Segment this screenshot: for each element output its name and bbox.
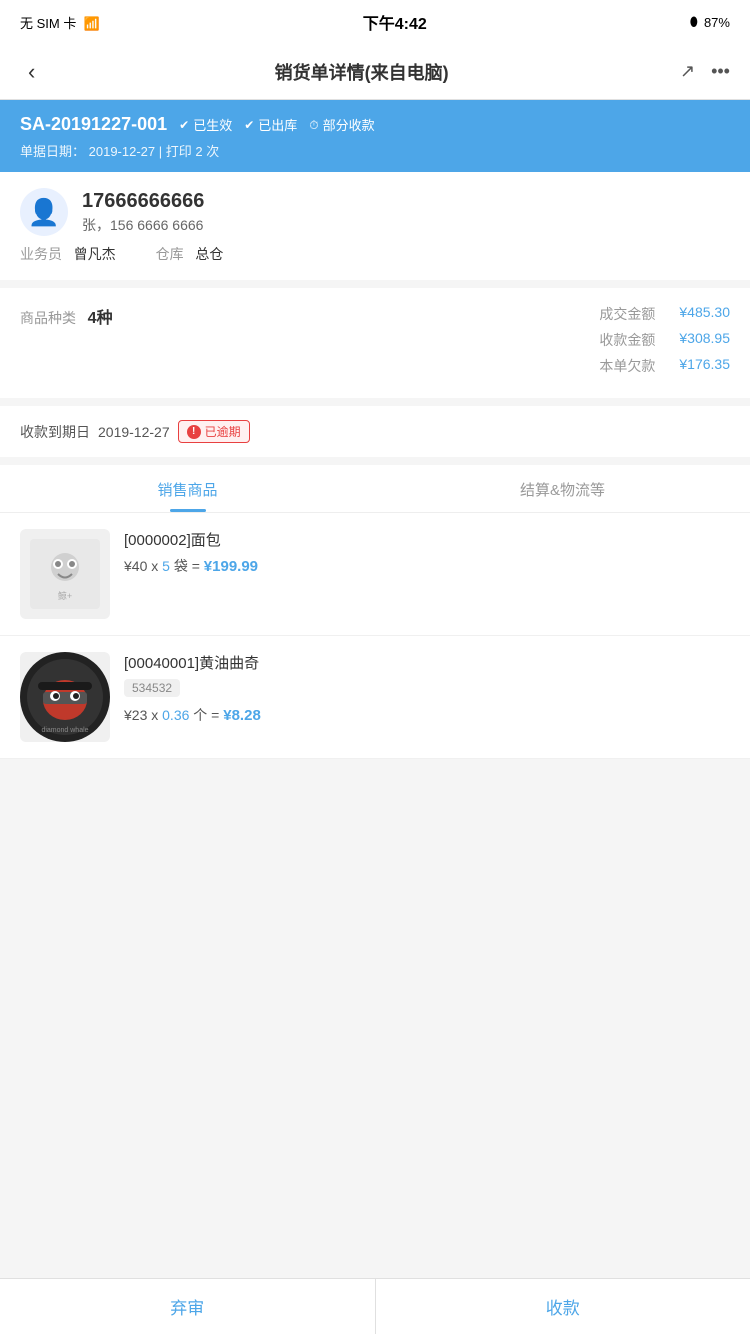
salesperson-label: 业务员 bbox=[20, 246, 62, 262]
bottom-bar: 弃审 收款 bbox=[0, 1278, 750, 1334]
check-icon-2 bbox=[244, 117, 254, 132]
avatar: 👤 bbox=[20, 188, 68, 236]
amount-value: ¥485.30 bbox=[679, 304, 730, 324]
product-sku-2: 534532 bbox=[124, 679, 180, 697]
received-label: 收款金额 bbox=[599, 330, 655, 350]
product-placeholder-svg-1: 鲸+ bbox=[30, 539, 100, 609]
person-icon: 👤 bbox=[28, 197, 60, 228]
amount-row: 成交金额 ¥485.30 bbox=[599, 304, 730, 324]
page-title: 销货单详情(来自电脑) bbox=[275, 59, 449, 85]
product-info-1: [0000002]面包 ¥40 x 5 袋 = ¥199.99 bbox=[124, 529, 730, 576]
type-label: 商品种类 bbox=[20, 310, 76, 326]
product-qty-2: 0.36 bbox=[162, 707, 189, 723]
product-name-2: [00040001]黄油曲奇 bbox=[124, 652, 730, 673]
status-bar: 无 SIM 卡 📶 下午4:42 ⬮ 87% bbox=[0, 0, 750, 44]
due-section: 收款到期日 2019-12-27 ! 已逾期 bbox=[0, 406, 750, 457]
collect-payment-button[interactable]: 收款 bbox=[376, 1279, 750, 1334]
badge-shipped: 已出库 bbox=[244, 115, 297, 134]
owed-value: ¥176.35 bbox=[679, 356, 730, 376]
received-value: ¥308.95 bbox=[679, 330, 730, 350]
tab-sales-goods[interactable]: 销售商品 bbox=[0, 465, 375, 512]
customer-row: 👤 17666666666 张，156 6666 6666 bbox=[20, 188, 730, 236]
product-item: 鲸+ [0000002]面包 ¥40 x 5 袋 = ¥199.99 bbox=[0, 513, 750, 636]
product-list: 鲸+ [0000002]面包 ¥40 x 5 袋 = ¥199.99 bbox=[0, 513, 750, 759]
product-total-2: ¥8.28 bbox=[223, 707, 261, 724]
nav-actions: ↗ ••• bbox=[680, 61, 730, 82]
product-name-1: [0000002]面包 bbox=[124, 529, 730, 550]
amount-label: 成交金额 bbox=[599, 304, 655, 324]
warehouse-label: 仓库 bbox=[156, 246, 184, 262]
product-price-row-1: ¥40 x 5 袋 = ¥199.99 bbox=[124, 556, 730, 576]
nav-bar: ‹ 销货单详情(来自电脑) ↗ ••• bbox=[0, 44, 750, 100]
check-icon bbox=[179, 117, 189, 132]
stats-section: 商品种类 4种 成交金额 ¥485.30 收款金额 ¥308.95 本单欠款 ¥… bbox=[0, 288, 750, 398]
salesperson-value: 曾凡杰 bbox=[74, 246, 116, 262]
customer-info-row: 业务员 曾凡杰 仓库 总仓 bbox=[20, 244, 730, 264]
overdue-dot-icon: ! bbox=[187, 425, 201, 439]
warehouse-value: 总仓 bbox=[195, 246, 223, 262]
due-date: 2019-12-27 bbox=[98, 424, 170, 440]
back-button[interactable]: ‹ bbox=[20, 51, 43, 93]
product-total-1: ¥199.99 bbox=[204, 558, 258, 575]
reject-button[interactable]: 弃审 bbox=[0, 1279, 376, 1334]
product-image-1: 鲸+ bbox=[20, 529, 110, 619]
battery-icon: ⬮ bbox=[690, 14, 698, 30]
status-left: 无 SIM 卡 📶 bbox=[20, 13, 100, 32]
due-label: 收款到期日 bbox=[20, 422, 90, 442]
customer-name: 张，156 6666 6666 bbox=[82, 215, 204, 235]
tab-settlement[interactable]: 结算&物流等 bbox=[375, 465, 750, 512]
svg-text:鲸+: 鲸+ bbox=[58, 590, 72, 601]
clock-icon bbox=[309, 117, 318, 133]
product-item-2: diamond whale [00040001]黄油曲奇 534532 ¥23 … bbox=[0, 636, 750, 759]
overdue-badge: ! 已逾期 bbox=[178, 420, 250, 443]
order-date-row: 单据日期： 2019-12-27 | 打印 2 次 bbox=[20, 141, 730, 160]
product-price-row-2: ¥23 x 0.36 个 = ¥8.28 bbox=[124, 705, 730, 725]
status-right: ⬮ 87% bbox=[690, 14, 730, 30]
product-info-2: [00040001]黄油曲奇 534532 ¥23 x 0.36 个 = ¥8.… bbox=[124, 652, 730, 725]
customer-phone: 17666666666 bbox=[82, 190, 204, 213]
owed-row: 本单欠款 ¥176.35 bbox=[599, 356, 730, 376]
customer-section: 👤 17666666666 张，156 6666 6666 业务员 曾凡杰 仓库… bbox=[0, 172, 750, 280]
stats-right: 成交金额 ¥485.30 收款金额 ¥308.95 本单欠款 ¥176.35 bbox=[599, 304, 730, 382]
order-id: SA-20191227-001 bbox=[20, 114, 167, 135]
header-band: SA-20191227-001 已生效 已出库 部分收款 单据日期： 2019-… bbox=[0, 100, 750, 172]
type-value: 4种 bbox=[88, 310, 113, 327]
more-icon[interactable]: ••• bbox=[711, 61, 730, 82]
share-icon[interactable]: ↗ bbox=[680, 61, 695, 82]
owed-label: 本单欠款 bbox=[599, 356, 655, 376]
product-qty-1: 5 bbox=[162, 558, 170, 574]
status-time: 下午4:42 bbox=[363, 10, 427, 34]
received-row: 收款金额 ¥308.95 bbox=[599, 330, 730, 350]
svg-text:diamond whale: diamond whale bbox=[41, 727, 88, 734]
badge-partial: 部分收款 bbox=[309, 115, 374, 134]
product-image-2: diamond whale bbox=[20, 652, 110, 742]
product-placeholder-svg-2: diamond whale bbox=[20, 652, 110, 742]
badge-active: 已生效 bbox=[179, 115, 232, 134]
tabs: 销售商品 结算&物流等 bbox=[0, 465, 750, 513]
